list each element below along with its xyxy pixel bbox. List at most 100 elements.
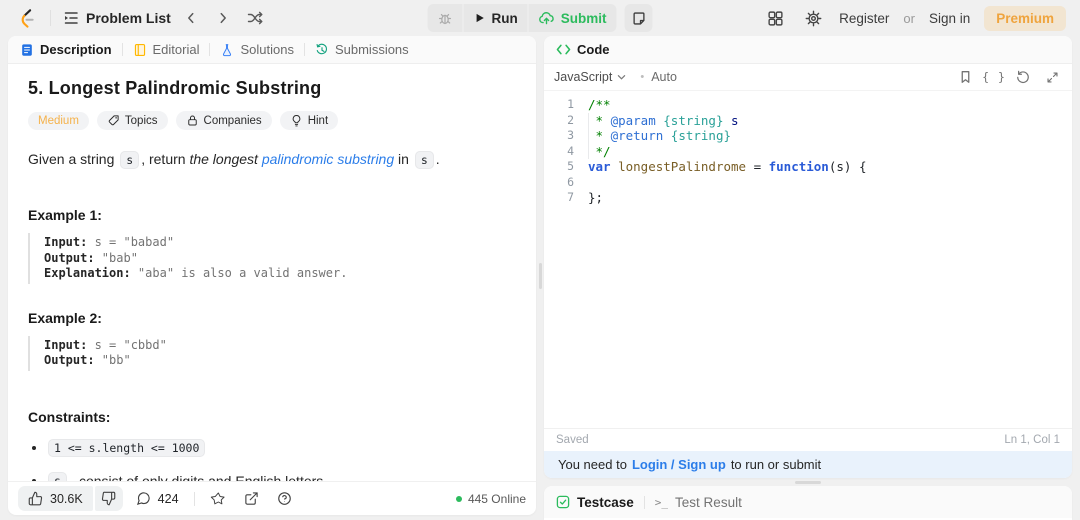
input-label: Input: [44, 235, 88, 249]
companies-badge[interactable]: Companies [175, 111, 272, 130]
like-count: 30.6K [50, 491, 83, 506]
tab-submissions-label: Submissions [334, 42, 409, 57]
constraint-code: 1 <= s.length <= 1000 [48, 438, 206, 457]
editorial-book-icon [134, 43, 145, 56]
fullscreen-button[interactable] [1042, 67, 1062, 87]
random-problem-button[interactable] [243, 6, 267, 30]
input-value: s = "cbbd" [87, 337, 167, 352]
chevron-down-icon [618, 75, 626, 80]
problem-list-button[interactable]: Problem List [63, 10, 171, 26]
statement-text: . [435, 151, 440, 167]
example-explanation-row: Explanation: "aba" is also a valid answe… [44, 266, 516, 282]
description-tabbar: Description Editorial Solutions Submissi… [8, 36, 536, 64]
output-label: Output: [44, 353, 95, 367]
editor-statusbar: Saved Ln 1, Col 1 [544, 428, 1072, 451]
like-button[interactable]: 30.6K [18, 486, 93, 511]
solutions-flask-icon [223, 43, 232, 56]
code-editor[interactable]: 1/** 2 * @param {string} s3 * @return {st… [544, 91, 1072, 428]
run-label: Run [491, 10, 518, 26]
debug-button[interactable] [427, 4, 463, 32]
tab-separator [643, 495, 645, 509]
constraint-item: s consist of only digits and English let… [28, 471, 516, 481]
example-1-title: Example 1: [28, 207, 102, 223]
vertical-resize-handle[interactable] [538, 262, 542, 289]
tab-solutions-label: Solutions [240, 42, 294, 57]
tab-editorial[interactable]: Editorial [131, 42, 202, 57]
next-problem-button[interactable] [211, 6, 235, 30]
constraint-code: s [48, 471, 67, 481]
description-panel: Description Editorial Solutions Submissi… [8, 36, 536, 515]
code-line: 4 */ [544, 143, 1072, 160]
format-code-button[interactable]: { } [982, 67, 1005, 87]
tab-test-result[interactable]: >_ Test Result [655, 495, 742, 510]
hint-badge-label: Hint [307, 114, 329, 127]
tab-editorial-label: Editorial [152, 42, 200, 57]
horizontal-resize-handle[interactable] [795, 480, 821, 484]
question-circle-icon [277, 492, 291, 505]
language-select[interactable]: JavaScript [554, 70, 626, 84]
tab-separator [209, 43, 211, 56]
settings-button[interactable] [801, 6, 825, 30]
console-panel: Testcase >_ Test Result [544, 486, 1072, 520]
tab-testcase[interactable]: Testcase [556, 495, 634, 510]
inline-code-s: s [414, 151, 434, 169]
description-footer: 30.6K 424 445 Online [8, 481, 536, 515]
dislike-button[interactable] [94, 486, 123, 511]
footer-separator [193, 491, 195, 506]
output-value: "bab" [94, 250, 138, 265]
example-1-block: Input: s = "babad" Output: "bab" Explana… [28, 233, 516, 284]
submit-button[interactable]: Submit [528, 4, 617, 32]
tab-testcase-label: Testcase [577, 494, 634, 510]
nav-right: Register or Sign in Premium [763, 5, 1066, 31]
tab-submissions[interactable]: Submissions [313, 42, 411, 57]
output-value: "bb" [94, 353, 131, 367]
sign-in-link[interactable]: Sign in [929, 11, 970, 26]
thumbs-up-icon [28, 491, 43, 506]
share-button[interactable] [239, 491, 264, 506]
tab-description[interactable]: Description [18, 42, 114, 57]
bookmark-button[interactable] [955, 67, 975, 87]
tab-test-result-label: Test Result [675, 494, 742, 510]
lock-icon [187, 115, 197, 126]
feedback-button[interactable] [272, 491, 297, 506]
run-button[interactable]: Run [463, 4, 528, 32]
banner-text: to run or submit [730, 457, 822, 472]
banner-text: You need to [558, 457, 627, 472]
example-output-row: Output: "bab" [44, 251, 516, 267]
leetcode-logo[interactable] [14, 6, 38, 30]
statement-text: Given a string [28, 151, 119, 167]
tab-separator [303, 43, 305, 56]
example-output-row: Output: "bb" [44, 353, 516, 369]
reset-code-button[interactable] [1013, 67, 1033, 87]
terminal-icon: >_ [654, 495, 669, 509]
problem-title: 5. Longest Palindromic Substring [28, 78, 322, 98]
top-navbar: Problem List Run Submit Register or Sign… [0, 0, 1080, 36]
problem-description: 5. Longest Palindromic Substring Medium … [8, 64, 536, 481]
nav-left: Problem List [14, 6, 267, 30]
note-icon [632, 11, 645, 25]
comment-count: 424 [157, 491, 179, 506]
palindromic-substring-link[interactable]: palindromic substring [262, 151, 394, 167]
favorite-button[interactable] [205, 491, 231, 507]
submit-cloud-upload-icon [539, 12, 554, 25]
difficulty-badge[interactable]: Medium [28, 111, 89, 130]
hint-badge[interactable]: Hint [279, 111, 339, 130]
comment-bubble-icon [136, 492, 150, 506]
online-count: 445 Online [467, 491, 526, 506]
bookmark-icon [961, 71, 969, 83]
tab-code[interactable]: Code [554, 42, 612, 57]
comments-button[interactable]: 424 [131, 491, 184, 506]
auto-toggle[interactable]: Auto [651, 70, 677, 84]
notes-button[interactable] [624, 4, 653, 32]
editor-toolbar: JavaScript • Auto { } [544, 64, 1072, 91]
lightbulb-icon [292, 114, 300, 127]
register-link[interactable]: Register [839, 11, 889, 26]
submit-label: Submit [560, 10, 607, 26]
layout-switcher-button[interactable] [763, 6, 787, 30]
topics-badge[interactable]: Topics [96, 111, 168, 130]
prev-problem-button[interactable] [179, 6, 203, 30]
inline-code-s: s [120, 151, 140, 169]
premium-button[interactable]: Premium [984, 5, 1066, 31]
login-signup-link[interactable]: Login / Sign up [632, 457, 726, 472]
tab-solutions[interactable]: Solutions [218, 42, 295, 57]
